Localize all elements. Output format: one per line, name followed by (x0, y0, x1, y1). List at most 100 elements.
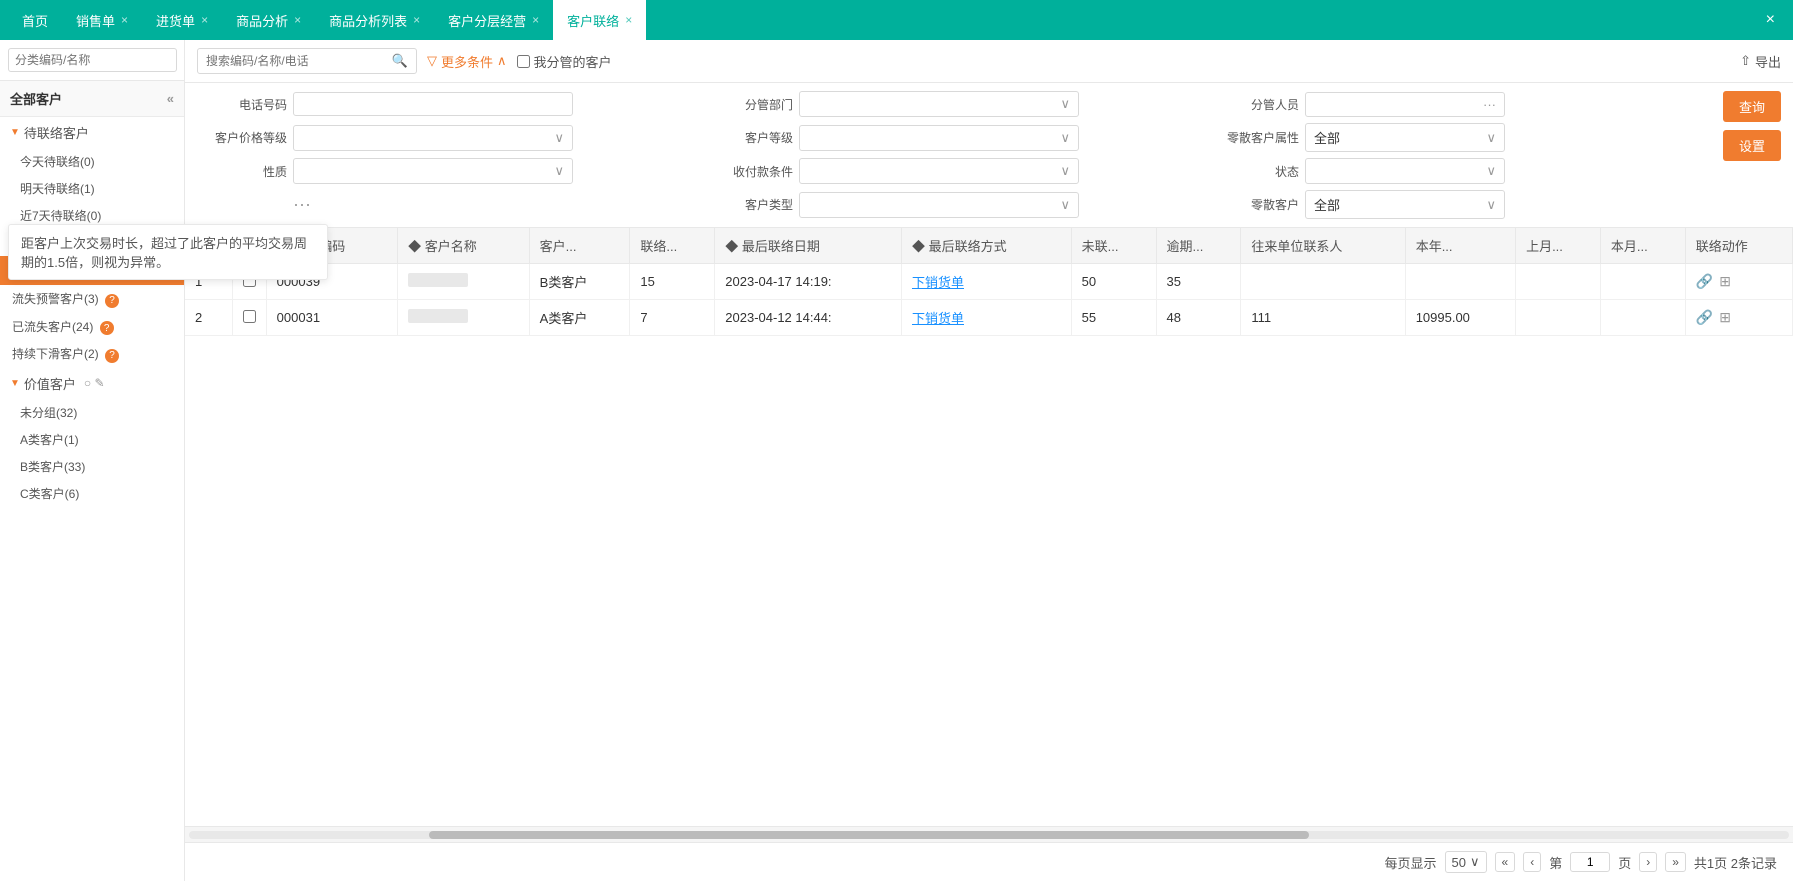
churned-info-icon[interactable]: ? (100, 321, 114, 335)
cell-overdue-1: 35 (1156, 264, 1241, 300)
filter-customer-type: 客户类型 ∨ (703, 192, 1201, 218)
action-link-icon-2[interactable]: 🔗 (1696, 309, 1713, 326)
action-link-icon-1[interactable]: 🔗 (1696, 273, 1713, 290)
retail-customer-select[interactable]: 全部 ∨ (1305, 190, 1505, 219)
action-grid-icon-1[interactable]: ⊞ (1719, 273, 1731, 290)
close-product-analysis-tab[interactable]: × (294, 13, 301, 27)
close-purchase-tab[interactable]: × (201, 13, 208, 27)
sidebar-item-today-contact[interactable]: 今天待联络(0) (0, 148, 184, 175)
scroll-thumb[interactable] (429, 831, 1309, 839)
nav-product-analysis[interactable]: 商品分析 × (222, 0, 315, 40)
sidebar-item-churned[interactable]: 已流失客户(24) ? (0, 313, 184, 341)
price-level-select[interactable]: ∨ (293, 125, 573, 151)
nav-product-list[interactable]: 商品分析列表 × (315, 0, 434, 40)
col-uncontacted-header[interactable]: 未联... (1071, 228, 1156, 264)
col-last-date-header[interactable]: ◆ 最后联络日期 (715, 228, 902, 264)
sidebar-collapse-icon[interactable]: « (167, 91, 174, 106)
action-grid-icon-2[interactable]: ⊞ (1719, 309, 1731, 326)
department-select[interactable]: ∨ (799, 91, 1079, 117)
next-page-btn[interactable]: › (1639, 852, 1657, 872)
close-sales-tab[interactable]: × (121, 13, 128, 27)
valuable-edit-icon[interactable]: ○ ✎ (84, 376, 105, 390)
sidebar-item-class-c[interactable]: C类客户(6) (0, 480, 184, 507)
phone-input[interactable] (293, 92, 573, 116)
sidebar-item-tomorrow-contact[interactable]: 明天待联络(1) (0, 175, 184, 202)
sidebar-item-class-a[interactable]: A类客户(1) (0, 426, 184, 453)
manager-dots: ··· (1483, 97, 1496, 112)
retail-customer-arrow: ∨ (1486, 197, 1496, 213)
cell-this-year-2: 10995.00 (1405, 300, 1515, 336)
cell-last-month-1 (1516, 264, 1601, 300)
sidebar-item-class-b[interactable]: B类客户(33) (0, 453, 184, 480)
nav-home[interactable]: 首页 (8, 0, 62, 40)
settings-button[interactable]: 设置 (1723, 130, 1781, 161)
col-last-method-header[interactable]: ◆ 最后联络方式 (901, 228, 1071, 264)
main-search-icon[interactable]: 🔍 (392, 53, 408, 69)
filter-nature: 性质 ∨ (197, 158, 695, 184)
customer-level-select[interactable]: ∨ (799, 125, 1079, 151)
table-row: 1 000039 B类客户 15 2023-04-17 14:19: 下销货单 (185, 264, 1793, 300)
retail-attr-select[interactable]: 全部 ∨ (1305, 123, 1505, 152)
last-method-link-1[interactable]: 下销货单 (912, 275, 964, 290)
export-btn[interactable]: ⇧ 导出 (1740, 52, 1781, 71)
filter-status: 状态 ∨ (1209, 158, 1707, 184)
col-unit-contact-header[interactable]: 往来单位联系人 (1241, 228, 1405, 264)
sidebar-item-declining[interactable]: 持续下滑客户(2) ? (0, 340, 184, 368)
sidebar-search-area: 🔍 (0, 40, 184, 81)
customer-type-select[interactable]: ∨ (799, 192, 1079, 218)
last-method-link-2[interactable]: 下销货单 (912, 311, 964, 326)
horizontal-scrollbar[interactable] (185, 826, 1793, 842)
nav-customer-contact[interactable]: 客户联络 × (553, 0, 646, 40)
first-page-btn[interactable]: « (1495, 852, 1516, 872)
prev-page-btn[interactable]: ‹ (1523, 852, 1541, 872)
query-button[interactable]: 查询 (1723, 91, 1781, 122)
filter-retail-attr: 零散客户属性 全部 ∨ (1209, 123, 1707, 152)
sidebar-group-pending-contact[interactable]: ▼ 待联络客户 (0, 117, 184, 148)
col-overdue-header[interactable]: 逾期... (1156, 228, 1241, 264)
nav-customer-tier[interactable]: 客户分层经营 × (434, 0, 553, 40)
close-all-tabs[interactable]: × (1756, 11, 1785, 29)
last-page-btn[interactable]: » (1665, 852, 1686, 872)
main-search-input[interactable] (206, 54, 392, 68)
col-last-month-header[interactable]: 上月... (1516, 228, 1601, 264)
col-contact-header[interactable]: 联络... (630, 228, 715, 264)
nature-select[interactable]: ∨ (293, 158, 573, 184)
tooltip-box: 距客户上次交易时长，超过了此客户的平均交易周期的1.5倍，则视为异常。 (8, 224, 328, 280)
sidebar-group-valuable-customers[interactable]: ▼ 价值客户 ○ ✎ (0, 368, 184, 399)
nature-arrow: ∨ (554, 163, 564, 179)
main-layout: 🔍 全部客户 « ▼ 待联络客户 今天待联络(0) 明天待联络(1) 近7天待联… (0, 40, 1793, 881)
close-customer-contact-tab[interactable]: × (625, 13, 632, 27)
filter-row-4: ··· 客户类型 ∨ 零散客户 全部 (197, 190, 1707, 219)
more-conditions-btn[interactable]: ▽ 更多条件 ∧ (427, 52, 507, 71)
close-product-list-tab[interactable]: × (413, 13, 420, 27)
sidebar-item-ungrouped[interactable]: 未分组(32) (0, 399, 184, 426)
my-customers-checkbox[interactable] (517, 55, 530, 68)
declining-info-icon[interactable]: ? (105, 349, 119, 363)
customer-level-arrow: ∨ (1060, 130, 1070, 146)
close-customer-tier-tab[interactable]: × (532, 13, 539, 27)
page-number-input[interactable] (1570, 852, 1610, 872)
table-row: 2 000031 A类客户 7 2023-04-12 14:44: 下销货单 (185, 300, 1793, 336)
churn-warning-info-icon[interactable]: ? (105, 294, 119, 308)
page-size-arrow: ∨ (1470, 854, 1480, 870)
valuable-arrow: ▼ (10, 378, 20, 389)
col-type-header[interactable]: 客户... (529, 228, 630, 264)
payment-select[interactable]: ∨ (799, 158, 1079, 184)
cell-this-year-1 (1405, 264, 1515, 300)
nav-sales[interactable]: 销售单 × (62, 0, 142, 40)
more-filter-dots[interactable]: ··· (293, 194, 311, 215)
col-actions-header: 联络动作 (1685, 228, 1792, 264)
table-container: ⚙ ◆ 客户编码 ◆ 客户名称 客户... 联络... (185, 228, 1793, 826)
sidebar-search-input[interactable] (8, 48, 177, 72)
page-size-select[interactable]: 50 ∨ (1445, 851, 1487, 873)
col-this-month-header[interactable]: 本月... (1600, 228, 1685, 264)
col-this-year-header[interactable]: 本年... (1405, 228, 1515, 264)
col-name-header[interactable]: ◆ 客户名称 (398, 228, 530, 264)
cell-last-method-2: 下销货单 (901, 300, 1071, 336)
sidebar-item-churn-warning[interactable]: 流失预警客户(3) ? (0, 285, 184, 313)
row-checkbox-2[interactable] (243, 310, 256, 323)
status-select[interactable]: ∨ (1305, 158, 1505, 184)
manager-select[interactable]: ··· (1305, 92, 1505, 117)
filter-customer-level: 客户等级 ∨ (703, 125, 1201, 151)
nav-purchase[interactable]: 进货单 × (142, 0, 222, 40)
